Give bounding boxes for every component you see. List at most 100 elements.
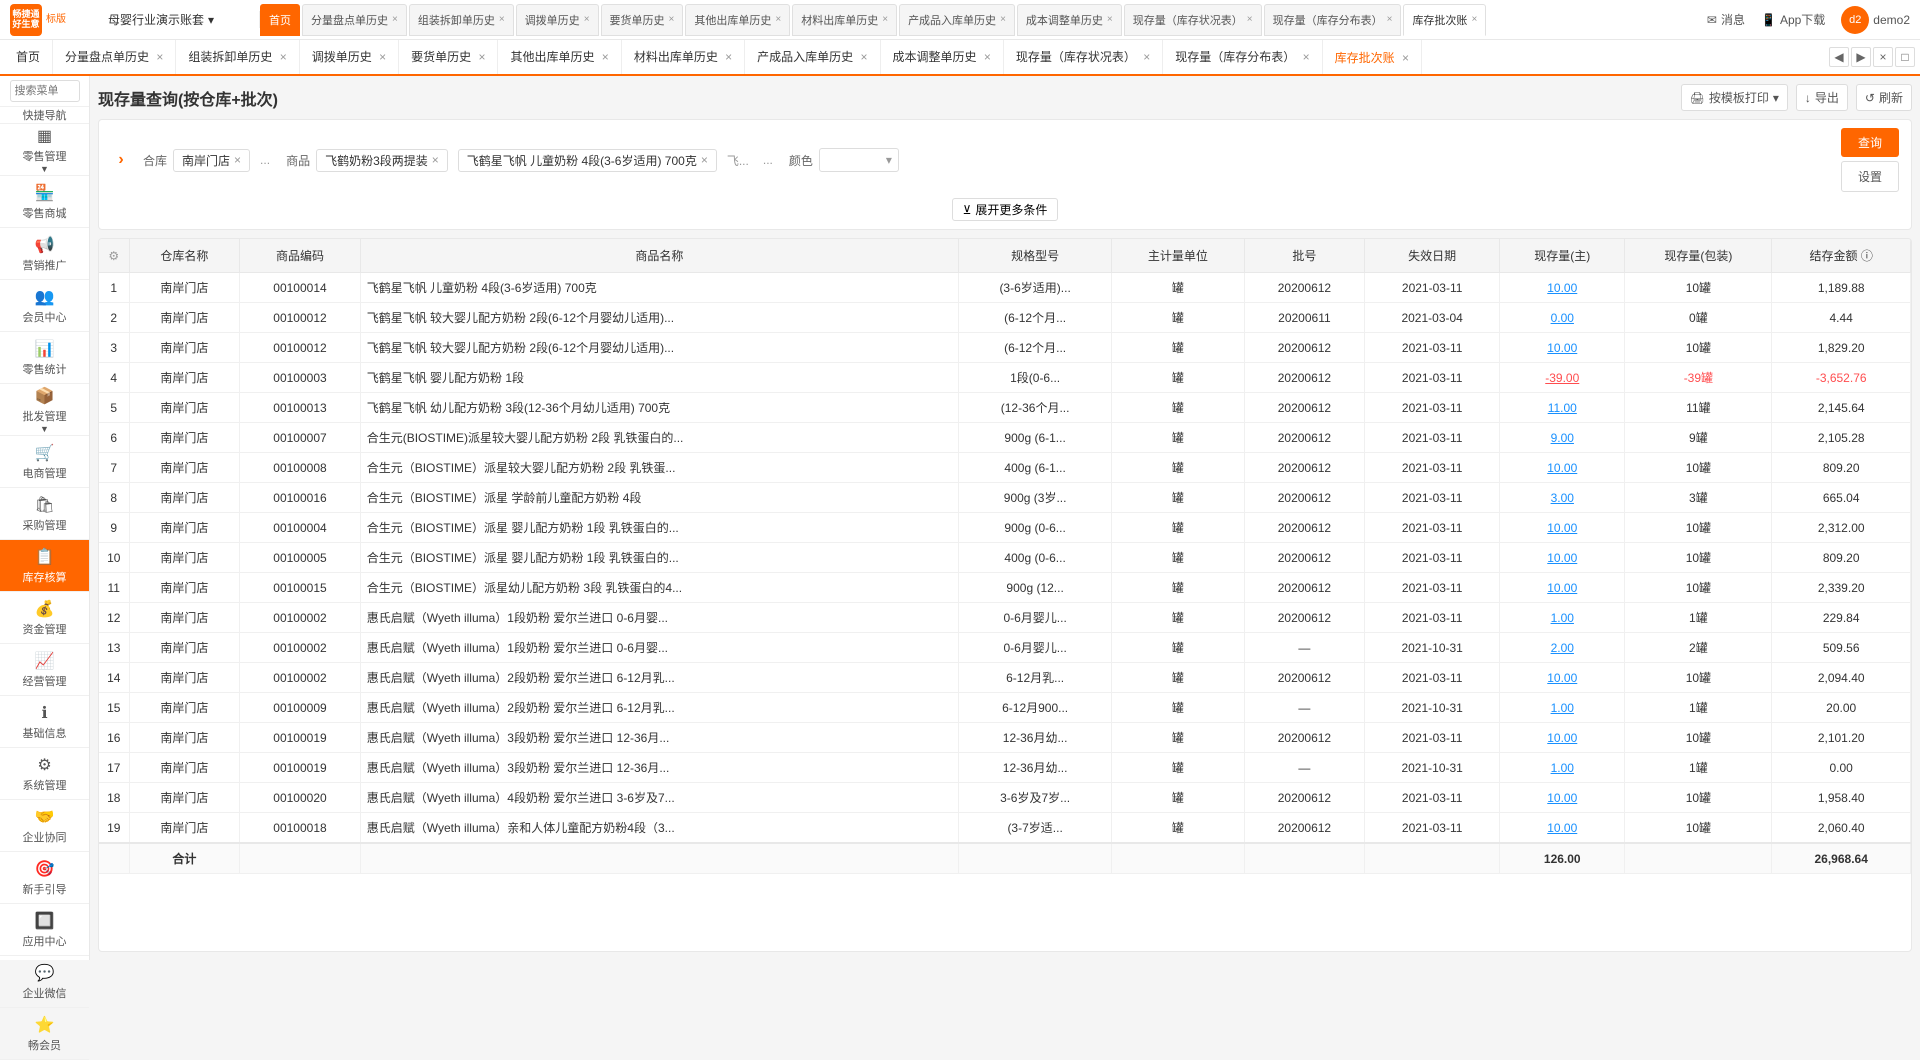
top-tab[interactable]: 现存量（库存状况表）× — [1124, 4, 1262, 36]
settings-col-icon[interactable]: ⚙ — [108, 249, 119, 263]
nav-tab-close[interactable]: × — [475, 50, 485, 64]
message-btn[interactable]: ✉ 消息 — [1707, 11, 1745, 28]
tab-close-icon[interactable]: × — [1000, 14, 1006, 25]
sidebar-item-零售商城[interactable]: 🏪零售商城 — [0, 176, 89, 228]
app-download-btn[interactable]: 📱 App下载 — [1761, 11, 1825, 28]
next-arrow[interactable]: ▶ — [1851, 47, 1871, 67]
query-btn[interactable]: 查询 — [1841, 128, 1899, 157]
close-btn[interactable]: × — [1873, 47, 1893, 67]
table-cell[interactable]: 10.00 — [1500, 813, 1625, 844]
sidebar-item-库存核算[interactable]: 📋库存核算 — [0, 540, 89, 592]
top-tab[interactable]: 调拨单历史× — [516, 4, 599, 36]
table-cell[interactable]: 2.00 — [1500, 633, 1625, 663]
export-btn[interactable]: ↓ 导出 — [1796, 84, 1848, 111]
nav-tab-close[interactable]: × — [722, 50, 732, 64]
top-tab[interactable]: 要货单历史× — [601, 4, 684, 36]
table-cell[interactable]: 10.00 — [1500, 273, 1625, 303]
top-tab[interactable]: 材料出库单历史× — [792, 4, 897, 36]
tab-close-icon[interactable]: × — [499, 14, 505, 25]
tab-close-icon[interactable]: × — [775, 14, 781, 25]
nav-tab[interactable]: 材料出库单历史 × — [622, 40, 745, 75]
tab-close-icon[interactable]: × — [584, 14, 590, 25]
sidebar-item-资金管理[interactable]: 💰资金管理 — [0, 592, 89, 644]
sidebar-item-营销推广[interactable]: 📢营销推广 — [0, 228, 89, 280]
table-cell[interactable]: 10.00 — [1500, 783, 1625, 813]
nav-tab[interactable]: 现存量（库存状况表） × — [1004, 40, 1163, 75]
warehouse-tag-close[interactable]: × — [234, 153, 241, 167]
table-cell[interactable]: 10.00 — [1500, 573, 1625, 603]
nav-tab-close[interactable]: × — [153, 50, 163, 64]
nav-tab[interactable]: 产成品入库单历史 × — [745, 40, 880, 75]
sidebar-item-企业协同[interactable]: 🤝企业协同 — [0, 800, 89, 852]
sidebar-item-经营管理[interactable]: 📈经营管理 — [0, 644, 89, 696]
tab-close-icon[interactable]: × — [392, 14, 398, 25]
table-cell[interactable]: 10.00 — [1500, 513, 1625, 543]
product-more[interactable]: 飞... — [727, 152, 749, 169]
settings-btn[interactable]: 设置 — [1841, 161, 1899, 192]
table-cell[interactable]: 10.00 — [1500, 543, 1625, 573]
tab-close-icon[interactable]: × — [1107, 14, 1113, 25]
top-tab[interactable]: 成本调整单历史× — [1017, 4, 1122, 36]
table-cell[interactable]: 10.00 — [1500, 333, 1625, 363]
top-tab[interactable]: 其他出库单历史× — [685, 4, 790, 36]
tab-close-icon[interactable]: × — [1247, 14, 1253, 25]
tab-close-icon[interactable]: × — [882, 14, 888, 25]
nav-tab-close[interactable]: × — [376, 50, 386, 64]
user-btn[interactable]: d2 demo2 — [1841, 6, 1910, 34]
sidebar-item-零售管理[interactable]: ▦零售管理▼ — [0, 124, 89, 176]
sidebar-item-畅会员[interactable]: ⭐畅会员 — [0, 1008, 89, 1060]
prev-arrow[interactable]: ◀ — [1829, 47, 1849, 67]
sidebar-item-企业微信[interactable]: 💬企业微信 — [0, 956, 89, 1008]
sidebar-item-采购管理[interactable]: 🛍采购管理 — [0, 488, 89, 540]
sidebar-item-会员中心[interactable]: 👥会员中心 — [0, 280, 89, 332]
top-tab[interactable]: 现存量（库存分布表）× — [1264, 4, 1402, 36]
table-cell[interactable]: 1.00 — [1500, 693, 1625, 723]
top-tab[interactable]: 产成品入库单历史× — [899, 4, 1015, 36]
nav-tab[interactable]: 现存量（库存分布表） × — [1163, 40, 1322, 75]
product-tag1[interactable]: 飞鹤奶粉3段两提装 × — [316, 149, 448, 172]
search-input[interactable] — [10, 80, 80, 102]
table-cell[interactable]: 10.00 — [1500, 723, 1625, 753]
nav-tab-close[interactable]: × — [276, 50, 286, 64]
tab-close-icon[interactable]: × — [669, 14, 675, 25]
refresh-btn[interactable]: ↺ 刷新 — [1856, 84, 1912, 111]
sidebar-item-批发管理[interactable]: 📦批发管理▼ — [0, 384, 89, 436]
table-cell[interactable]: 11.00 — [1500, 393, 1625, 423]
nav-tab[interactable]: 要货单历史 × — [399, 40, 498, 75]
table-cell[interactable]: 1.00 — [1500, 603, 1625, 633]
table-cell[interactable]: 3.00 — [1500, 483, 1625, 513]
expand-filter-btn[interactable]: › — [111, 150, 131, 170]
account-dropdown[interactable]: 母婴行业演示账套 ▾ — [100, 11, 260, 28]
nav-tab-close[interactable]: × — [857, 50, 867, 64]
product-tag2[interactable]: 飞鹤星飞帆 儿童奶粉 4段(3-6岁适用) 700克 × — [458, 149, 717, 172]
nav-tab[interactable]: 首页 — [4, 40, 53, 75]
warehouse-tag[interactable]: 南岸门店 × — [173, 149, 250, 172]
tab-close-icon[interactable]: × — [1387, 14, 1393, 25]
table-cell[interactable]: 1.00 — [1500, 753, 1625, 783]
sidebar-item-电商管理[interactable]: 🛒电商管理 — [0, 436, 89, 488]
template-print-btn[interactable]: 🖨 按模板打印 ▾ — [1681, 84, 1788, 111]
table-cell[interactable]: 10.00 — [1500, 453, 1625, 483]
nav-tab[interactable]: 分量盘点单历史 × — [53, 40, 176, 75]
sidebar-item-应用中心[interactable]: 🔲应用中心 — [0, 904, 89, 956]
top-tab[interactable]: 组装拆卸单历史× — [409, 4, 514, 36]
table-cell[interactable]: -39.00 — [1500, 363, 1625, 393]
table-cell[interactable]: 9.00 — [1500, 423, 1625, 453]
nav-tab-close[interactable]: × — [598, 50, 608, 64]
nav-tab[interactable]: 组装拆卸单历史 × — [176, 40, 299, 75]
maximize-btn[interactable]: □ — [1895, 47, 1915, 67]
nav-tab-close[interactable]: × — [1140, 50, 1150, 64]
product-tag2-close[interactable]: × — [701, 153, 708, 167]
nav-tab-close[interactable]: × — [1399, 51, 1409, 65]
sidebar-item-新手引导[interactable]: 🎯新手引导 — [0, 852, 89, 904]
product-more-btn[interactable]: ... — [763, 153, 773, 167]
nav-tab[interactable]: 调拨单历史 × — [300, 40, 399, 75]
table-cell[interactable]: 10.00 — [1500, 663, 1625, 693]
sidebar-item-基础信息[interactable]: ℹ基础信息 — [0, 696, 89, 748]
expand-more-btn[interactable]: ⊻ 展开更多条件 — [952, 198, 1059, 221]
top-tab[interactable]: 库存批次账× — [1403, 4, 1486, 36]
table-cell[interactable]: 0.00 — [1500, 303, 1625, 333]
nav-tab-close[interactable]: × — [1299, 50, 1309, 64]
product-tag1-close[interactable]: × — [432, 153, 439, 167]
nav-tab[interactable]: 库存批次账 × — [1323, 40, 1422, 76]
